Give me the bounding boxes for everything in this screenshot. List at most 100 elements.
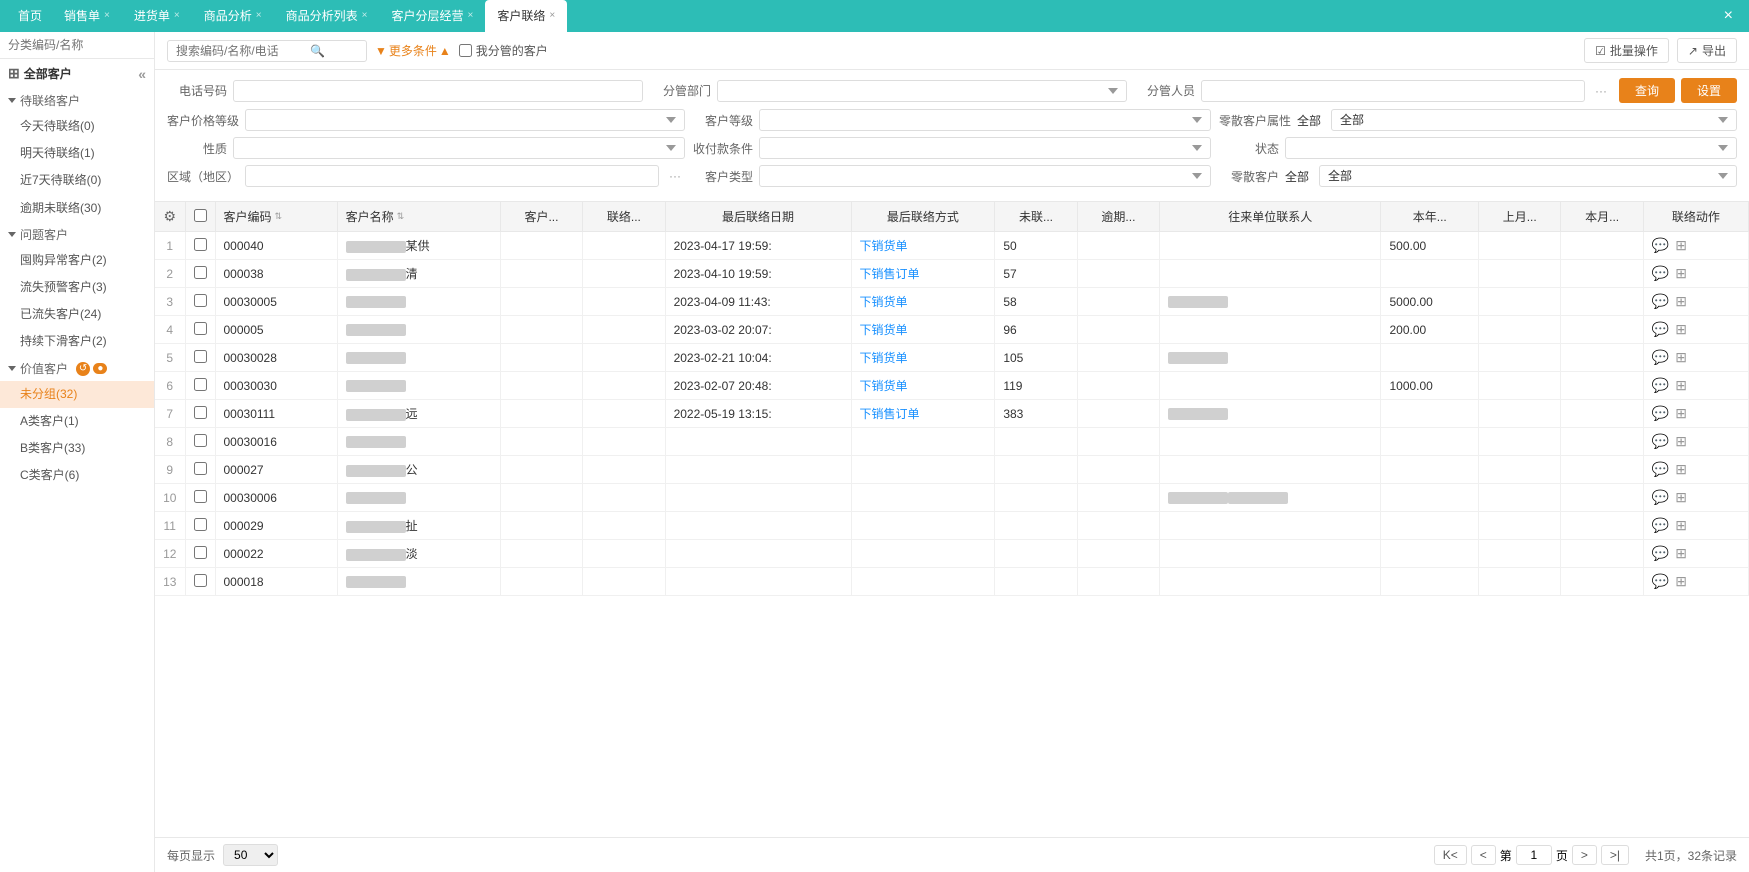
region-dots-icon[interactable]: ··· — [665, 169, 685, 183]
nav-tab-product-analysis[interactable]: 商品分析 × — [192, 0, 274, 32]
prev-page-button[interactable]: < — [1471, 845, 1496, 865]
grid-icon[interactable]: ⊞ — [1675, 545, 1687, 562]
close-icon[interactable]: × — [362, 0, 368, 32]
row-checkbox[interactable] — [194, 322, 207, 335]
next-page-button[interactable]: > — [1572, 845, 1597, 865]
sidebar-item-declining[interactable]: 持续下滑客户(2) — [0, 328, 154, 355]
close-icon[interactable]: × — [549, 0, 555, 32]
row-checkbox[interactable] — [194, 462, 207, 475]
comment-icon[interactable]: 💬 — [1652, 433, 1669, 450]
price-level-select[interactable] — [245, 109, 685, 131]
customer-type-select[interactable] — [759, 165, 1211, 187]
comment-icon[interactable]: 💬 — [1652, 489, 1669, 506]
dept-select[interactable] — [717, 80, 1127, 102]
comment-icon[interactable]: 💬 — [1652, 405, 1669, 422]
nav-close-button[interactable]: × — [1716, 7, 1741, 25]
sort-icon[interactable]: ⇅ — [397, 211, 405, 222]
sidebar-item-c-class[interactable]: C类客户(6) — [0, 462, 154, 489]
method-link[interactable]: 下销货单 — [860, 351, 908, 365]
sidebar-item-today-pending[interactable]: 今天待联络(0) — [0, 113, 154, 140]
more-conditions-button[interactable]: ▼ 更多条件 ▲ — [375, 42, 451, 59]
grid-icon[interactable]: ⊞ — [1675, 461, 1687, 478]
comment-icon[interactable]: 💬 — [1652, 293, 1669, 310]
sidebar-item-abnormal[interactable]: 囤购异常客户(2) — [0, 247, 154, 274]
sidebar-item-week-pending[interactable]: 近7天待联络(0) — [0, 167, 154, 194]
close-icon[interactable]: × — [104, 0, 110, 32]
grid-icon[interactable]: ⊞ — [1675, 321, 1687, 338]
grid-icon[interactable]: ⊞ — [1675, 573, 1687, 590]
retail-attr-select[interactable]: 全部 — [1331, 109, 1737, 131]
my-customers-check[interactable] — [459, 44, 472, 57]
sidebar-item-b-class[interactable]: B类客户(33) — [0, 435, 154, 462]
method-link[interactable]: 下销货单 — [860, 239, 908, 253]
row-checkbox[interactable] — [194, 518, 207, 531]
row-checkbox[interactable] — [194, 406, 207, 419]
region-input[interactable] — [245, 165, 659, 187]
grid-icon[interactable]: ⊞ — [1675, 349, 1687, 366]
method-link[interactable]: 下销货单 — [860, 323, 908, 337]
grid-icon[interactable]: ⊞ — [1675, 377, 1687, 394]
page-number-input[interactable] — [1516, 845, 1552, 865]
comment-icon[interactable]: 💬 — [1652, 461, 1669, 478]
page-size-select[interactable]: 50 100 200 — [223, 844, 278, 866]
nav-tab-product-list[interactable]: 商品分析列表 × — [274, 0, 380, 32]
search-icon[interactable]: 🔍 — [310, 44, 325, 58]
row-checkbox[interactable] — [194, 266, 207, 279]
comment-icon[interactable]: 💬 — [1652, 377, 1669, 394]
row-checkbox[interactable] — [194, 574, 207, 587]
sidebar-item-ungroup[interactable]: 未分组(32) — [0, 381, 154, 408]
close-icon[interactable]: × — [467, 0, 473, 32]
grid-icon[interactable]: ⊞ — [1675, 489, 1687, 506]
sidebar-item-churn-warning[interactable]: 流失预警客户(3) — [0, 274, 154, 301]
sidebar-collapse-icon[interactable]: « — [138, 66, 146, 82]
nav-tab-purchase[interactable]: 进货单 × — [122, 0, 192, 32]
sidebar-item-tomorrow-pending[interactable]: 明天待联络(1) — [0, 140, 154, 167]
reset-button[interactable]: 设置 — [1681, 78, 1737, 103]
comment-icon[interactable]: 💬 — [1652, 237, 1669, 254]
nav-tab-customer-ops[interactable]: 客户分层经营 × — [379, 0, 485, 32]
retail-customer-select[interactable]: 全部 — [1319, 165, 1737, 187]
batch-ops-button[interactable]: ☑ 批量操作 — [1584, 38, 1669, 63]
settings-icon[interactable]: ⚙ — [163, 208, 176, 224]
refresh-icon[interactable]: ↺ — [76, 362, 90, 376]
sidebar-search-input[interactable] — [8, 38, 155, 52]
nav-tab-customer-contact[interactable]: 客户联络 × — [485, 0, 567, 32]
grid-icon[interactable]: ⊞ — [1675, 517, 1687, 534]
sidebar-item-a-class[interactable]: A类客户(1) — [0, 408, 154, 435]
sidebar-all-customers[interactable]: ⊞ 全部客户 « — [0, 59, 154, 88]
comment-icon[interactable]: 💬 — [1652, 517, 1669, 534]
my-customers-checkbox[interactable]: 我分管的客户 — [459, 42, 548, 59]
payment-select[interactable] — [759, 137, 1211, 159]
query-button[interactable]: 查询 — [1619, 78, 1675, 103]
row-checkbox[interactable] — [194, 434, 207, 447]
main-search-input[interactable] — [176, 44, 306, 58]
phone-input[interactable] — [233, 80, 643, 102]
sidebar-item-overdue-pending[interactable]: 逾期未联络(30) — [0, 195, 154, 222]
grid-icon[interactable]: ⊞ — [1675, 265, 1687, 282]
row-checkbox[interactable] — [194, 490, 207, 503]
row-checkbox[interactable] — [194, 294, 207, 307]
row-checkbox[interactable] — [194, 378, 207, 391]
person-dots-icon[interactable]: ··· — [1591, 84, 1611, 98]
nav-tab-sales[interactable]: 销售单 × — [52, 0, 122, 32]
comment-icon[interactable]: 💬 — [1652, 573, 1669, 590]
method-link[interactable]: 下销售订单 — [860, 407, 920, 421]
person-input[interactable] — [1201, 80, 1585, 102]
grid-icon[interactable]: ⊞ — [1675, 293, 1687, 310]
first-page-button[interactable]: K< — [1434, 845, 1467, 865]
method-link[interactable]: 下销售订单 — [860, 267, 920, 281]
select-all-checkbox[interactable] — [194, 209, 207, 222]
row-checkbox[interactable] — [194, 238, 207, 251]
comment-icon[interactable]: 💬 — [1652, 545, 1669, 562]
status-select[interactable] — [1285, 137, 1737, 159]
method-link[interactable]: 下销货单 — [860, 379, 908, 393]
nature-select[interactable] — [233, 137, 685, 159]
method-link[interactable]: 下销货单 — [860, 295, 908, 309]
grid-icon[interactable]: ⊞ — [1675, 405, 1687, 422]
last-page-button[interactable]: >| — [1601, 845, 1629, 865]
export-button[interactable]: ↗ 导出 — [1677, 38, 1737, 63]
comment-icon[interactable]: 💬 — [1652, 349, 1669, 366]
row-checkbox[interactable] — [194, 546, 207, 559]
close-icon[interactable]: × — [256, 0, 262, 32]
close-icon[interactable]: × — [174, 0, 180, 32]
